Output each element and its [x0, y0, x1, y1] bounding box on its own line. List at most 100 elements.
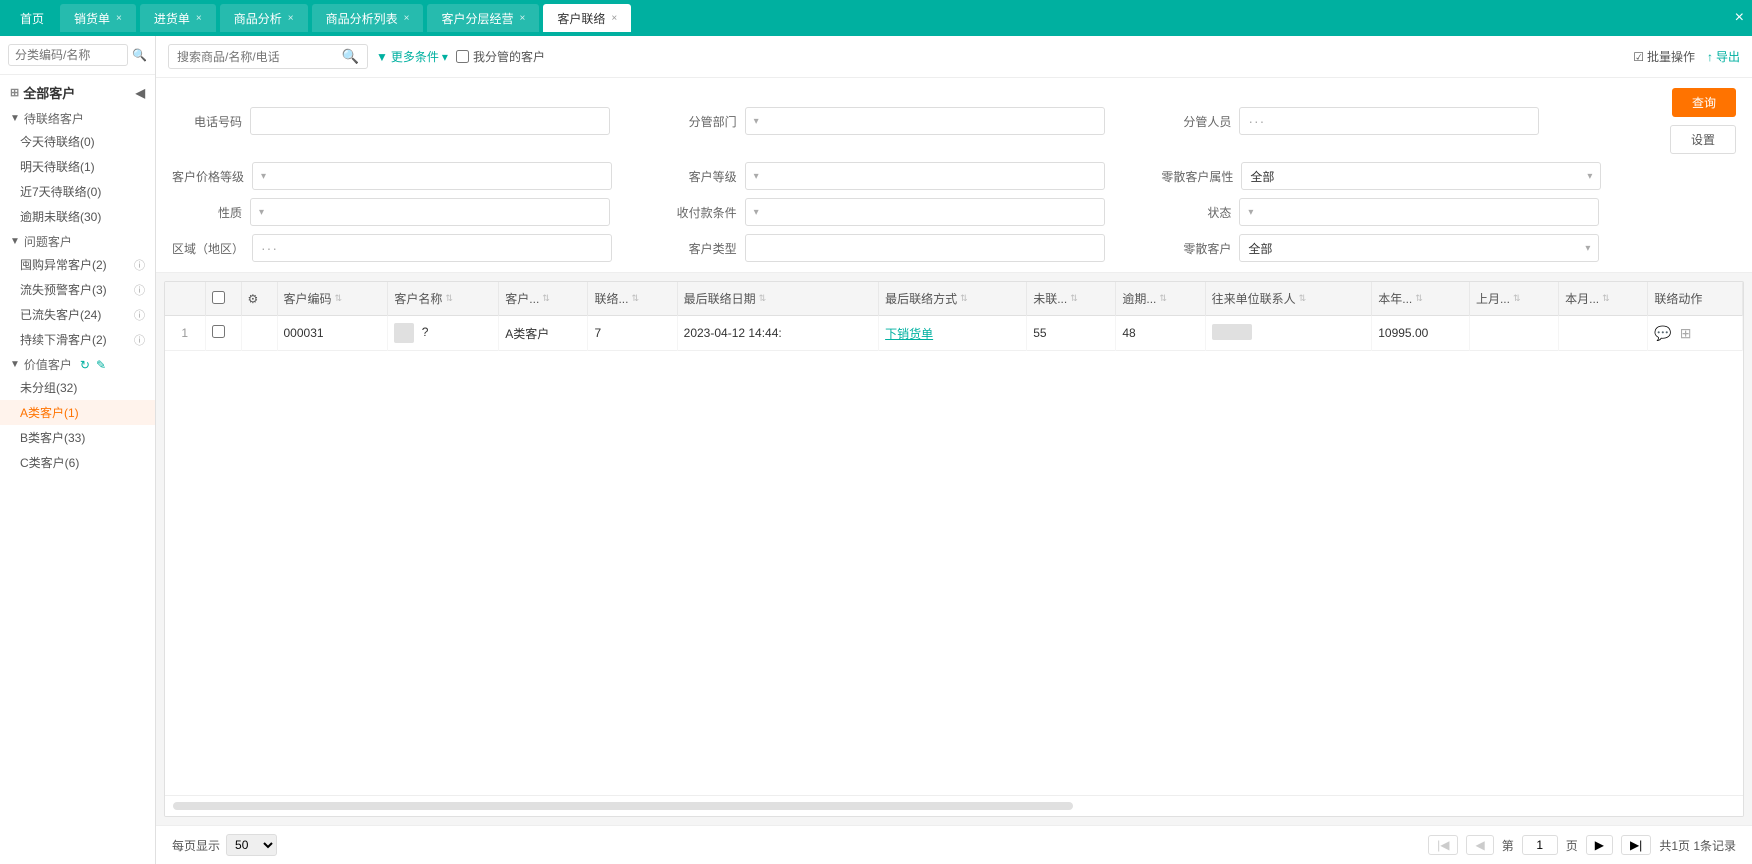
close-icon[interactable]: ×	[519, 13, 525, 24]
select-all-checkbox[interactable]	[212, 291, 225, 304]
row-unit-contact	[1205, 316, 1372, 351]
sidebar-item-ungrouped[interactable]: 未分组(32)	[0, 375, 155, 400]
row-contact: 7	[588, 316, 677, 351]
sidebar-all-customers-label[interactable]: 全部客户	[23, 83, 75, 102]
payment-label: 收付款条件	[667, 204, 737, 221]
sort-icon[interactable]: ⇅	[335, 293, 343, 304]
sidebar-item-hoard-anomaly[interactable]: 囤购异常客户(2) ⓘ	[0, 252, 155, 277]
refresh-icon[interactable]: ↻	[80, 358, 90, 372]
prev-page-button[interactable]: ◀	[1466, 835, 1493, 855]
sidebar-item-churn-warning[interactable]: 流失预警客户(3) ⓘ	[0, 277, 155, 302]
nav-tab-customer-contact[interactable]: 客户联络 ×	[543, 4, 631, 32]
batch-op-button[interactable]: ☑ 批量操作	[1633, 48, 1695, 65]
collapse-icon[interactable]: ◀	[136, 86, 145, 100]
horizontal-scroll-area[interactable]	[165, 795, 1743, 816]
close-icon[interactable]: ×	[288, 13, 294, 24]
section-value[interactable]: ▼ 价值客户 ↻ ✎	[0, 352, 155, 375]
sort-icon[interactable]: ⇅	[1159, 293, 1167, 304]
chevron-down-icon: ▾	[754, 171, 759, 182]
page-number-input[interactable]	[1522, 835, 1558, 855]
edit-icon[interactable]: ✎	[96, 358, 106, 372]
row-checkbox[interactable]	[212, 325, 225, 338]
sidebar-item-class-c[interactable]: C类客户(6)	[0, 450, 155, 475]
th-settings[interactable]: ⚙	[241, 282, 277, 316]
sidebar-item-tomorrow[interactable]: 明天待联络(1)	[0, 154, 155, 179]
sort-icon[interactable]: ⇅	[445, 293, 453, 304]
sort-icon[interactable]: ⇅	[759, 293, 767, 304]
sidebar-search-input[interactable]	[8, 44, 128, 66]
last-page-button[interactable]: ▶|	[1621, 835, 1651, 855]
section-problem[interactable]: ▼ 问题客户	[0, 229, 155, 252]
customer-type-label: 客户类型	[667, 240, 737, 257]
close-icon[interactable]: ×	[116, 13, 122, 24]
nav-tab-customer-tier[interactable]: 客户分层经营 ×	[427, 4, 539, 32]
content-area: 🔍 ▼ 更多条件 ▾ 我分管的客户 ☑ 批量操作 ↑ 导出	[156, 36, 1752, 864]
nav-tab-sales[interactable]: 销货单 ×	[60, 4, 136, 32]
nature-select[interactable]: ▾	[250, 198, 610, 226]
sort-icon[interactable]: ⇅	[1513, 293, 1521, 304]
query-button[interactable]: 查询	[1672, 88, 1736, 117]
chevron-down-icon: ▾	[259, 207, 264, 218]
payment-select[interactable]: ▾	[745, 198, 1105, 226]
sort-icon[interactable]: ⇅	[1602, 293, 1610, 304]
nav-tab-home[interactable]: 首页	[8, 4, 56, 32]
more-filter-button[interactable]: ▼ 更多条件 ▾	[376, 48, 448, 65]
sort-icon[interactable]: ⇅	[542, 293, 550, 304]
message-icon[interactable]: 💬	[1654, 325, 1671, 342]
customer-type-input[interactable]	[745, 234, 1105, 262]
setting-button[interactable]: 设置	[1670, 125, 1736, 154]
section-pending[interactable]: ▼ 待联络客户	[0, 106, 155, 129]
nav-tab-analysis[interactable]: 商品分析 ×	[220, 4, 308, 32]
sidebar-item-overdue[interactable]: 逾期未联络(30)	[0, 204, 155, 229]
region-input[interactable]: ···	[252, 234, 612, 262]
price-level-select[interactable]: ▾	[252, 162, 612, 190]
last-method-link[interactable]: 下销货单	[885, 327, 933, 341]
sidebar-item-today[interactable]: 今天待联络(0)	[0, 129, 155, 154]
sort-icon[interactable]: ⇅	[1070, 293, 1078, 304]
nav-tab-purchase[interactable]: 进货单 ×	[140, 4, 216, 32]
search-icon[interactable]: 🔍	[342, 48, 359, 65]
close-all-button[interactable]: ×	[1735, 9, 1744, 27]
data-table-wrapper: ⚙ 客户编码 ⇅ 客户名称 ⇅	[164, 281, 1744, 817]
info-icon: ⓘ	[134, 332, 145, 348]
customer-level-select[interactable]: ▾	[745, 162, 1105, 190]
sort-icon[interactable]: ⇅	[631, 293, 639, 304]
close-icon[interactable]: ×	[611, 13, 617, 24]
info-icon: ⓘ	[134, 257, 145, 273]
search-box[interactable]: 🔍	[168, 44, 368, 69]
retail-customer-select[interactable]: 全部 ▾	[1239, 234, 1599, 262]
sidebar-item-declining[interactable]: 持续下滑客户(2) ⓘ	[0, 327, 155, 352]
close-icon[interactable]: ×	[404, 13, 410, 24]
sidebar-item-class-b[interactable]: B类客户(33)	[0, 425, 155, 450]
nav-tab-analysis-list[interactable]: 商品分析列表 ×	[312, 4, 424, 32]
dept-select[interactable]: ▾	[745, 107, 1105, 135]
th-checkbox	[205, 282, 241, 316]
sidebar-item-churned[interactable]: 已流失客户(24) ⓘ	[0, 302, 155, 327]
sidebar-item-class-a[interactable]: A类客户(1)	[0, 400, 155, 425]
chevron-down-icon: ▾	[1585, 243, 1590, 254]
table-settings-icon[interactable]: ⚙	[248, 292, 259, 306]
my-customer-checkbox[interactable]	[456, 50, 469, 63]
next-page-button[interactable]: ▶	[1586, 835, 1613, 855]
status-select[interactable]: ▾	[1239, 198, 1599, 226]
export-button[interactable]: ↑ 导出	[1707, 48, 1740, 65]
first-page-button[interactable]: |◀	[1428, 835, 1458, 855]
manager-input[interactable]: ···	[1239, 107, 1539, 135]
filter-dept: 分管部门 ▾	[667, 107, 1162, 135]
per-page-select[interactable]: 50 100 200	[226, 834, 277, 856]
search-input[interactable]	[177, 50, 342, 64]
close-icon[interactable]: ×	[196, 13, 202, 24]
sort-icon[interactable]: ⇅	[960, 293, 968, 304]
sidebar-item-7days[interactable]: 近7天待联络(0)	[0, 179, 155, 204]
horizontal-scrollbar[interactable]	[173, 802, 1073, 810]
sort-icon[interactable]: ⇅	[1415, 293, 1423, 304]
my-customer-checkbox-label[interactable]: 我分管的客户	[456, 48, 545, 65]
retail-attr-select[interactable]: 全部 ▾	[1241, 162, 1601, 190]
phone-input[interactable]	[250, 107, 610, 135]
row-this-month	[1559, 316, 1648, 351]
filter-retail-customer: 零散客户 全部 ▾	[1161, 234, 1656, 262]
sort-icon[interactable]: ⇅	[1299, 293, 1307, 304]
row-last-method[interactable]: 下销货单	[879, 316, 1027, 351]
qr-icon[interactable]: ⊞	[1680, 325, 1692, 342]
sidebar-search-icon[interactable]: 🔍	[132, 48, 147, 62]
